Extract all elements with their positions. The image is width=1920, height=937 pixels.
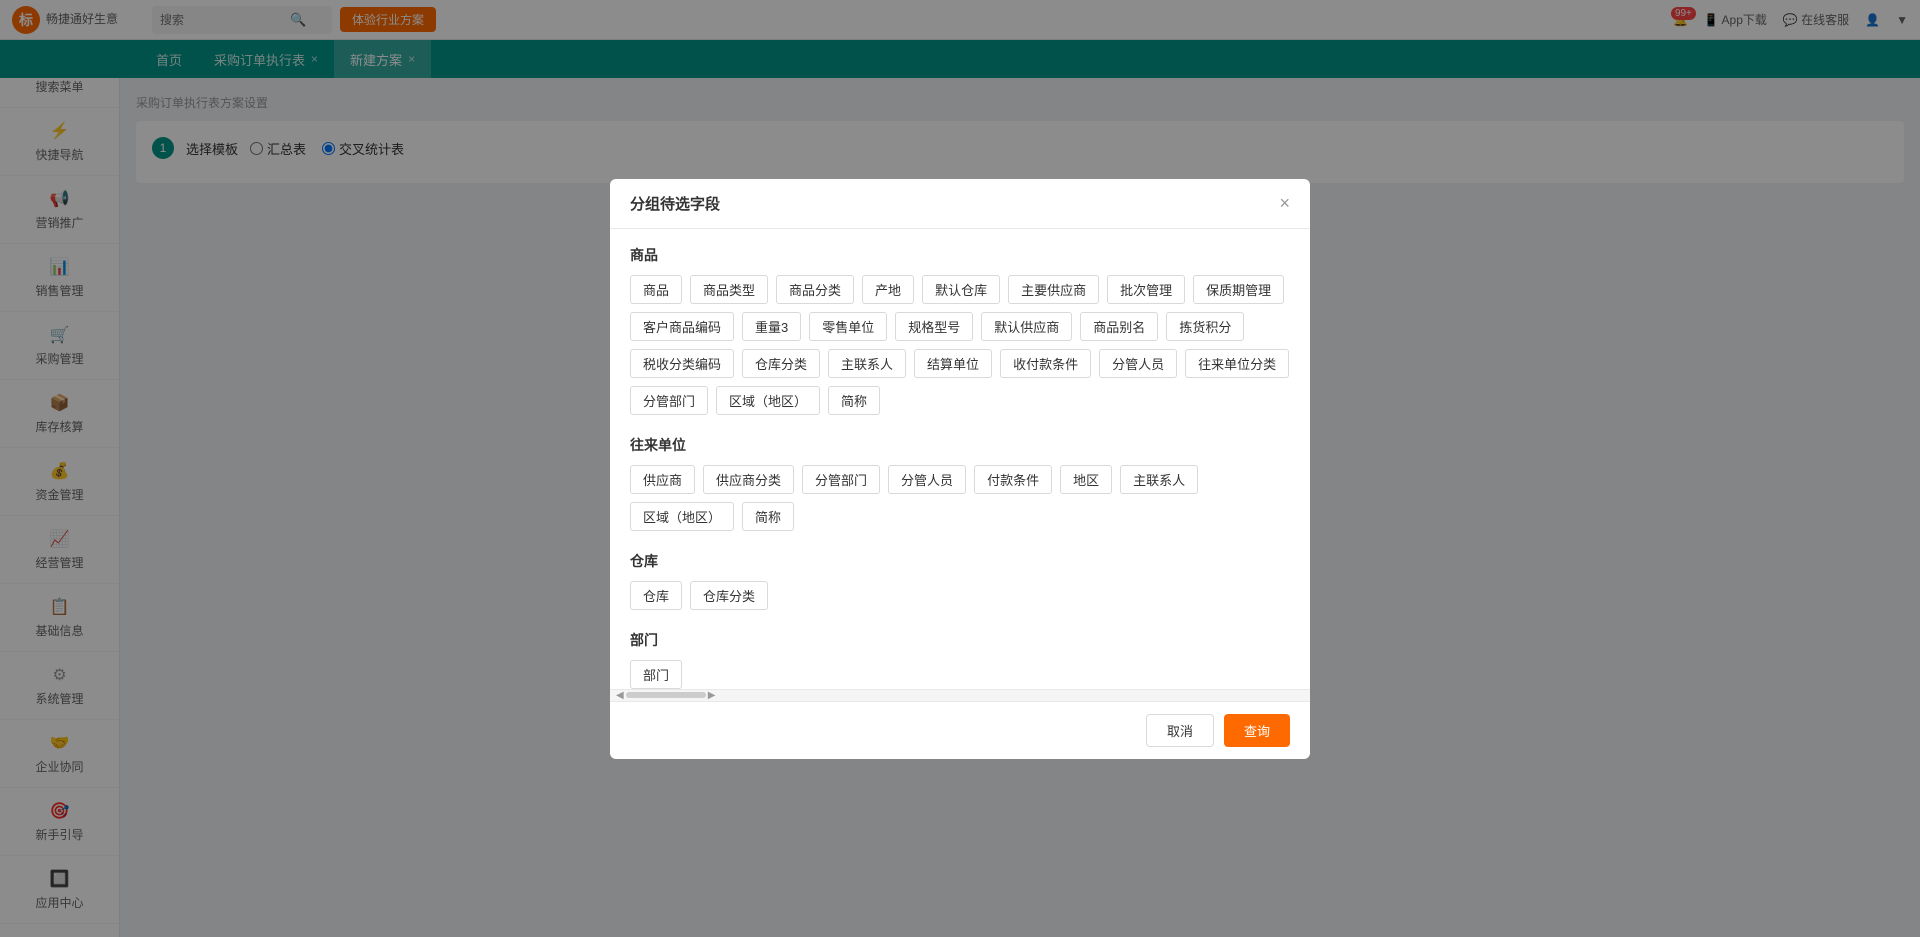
field-default-supplier[interactable]: 默认供应商 <box>981 312 1072 341</box>
modal-header: 分组待选字段 × <box>610 179 1310 229</box>
field-supplier[interactable]: 供应商 <box>630 465 695 494</box>
section-department-title: 部门 <box>630 630 1290 650</box>
field-goods-category[interactable]: 商品分类 <box>776 275 854 304</box>
field-weight3[interactable]: 重量3 <box>742 312 801 341</box>
modal-close-btn[interactable]: × <box>1279 194 1290 212</box>
field-warehouse-category[interactable]: 仓库分类 <box>742 349 820 378</box>
modal-hscroll[interactable]: ◀ ▶ <box>610 689 1310 701</box>
field-partner-dept[interactable]: 分管部门 <box>802 465 880 494</box>
field-warehouse-cat[interactable]: 仓库分类 <box>690 581 768 610</box>
field-goods-type[interactable]: 商品类型 <box>690 275 768 304</box>
field-partner-region[interactable]: 区域（地区） <box>630 502 734 531</box>
field-tax-code[interactable]: 税收分类编码 <box>630 349 734 378</box>
modal-confirm-btn[interactable]: 查询 <box>1224 714 1290 747</box>
field-goods-alias[interactable]: 商品别名 <box>1080 312 1158 341</box>
field-partner-contact[interactable]: 主联系人 <box>1120 465 1198 494</box>
field-retail-unit[interactable]: 零售单位 <box>809 312 887 341</box>
field-supplier-category[interactable]: 供应商分类 <box>703 465 794 494</box>
field-spec-model[interactable]: 规格型号 <box>895 312 973 341</box>
field-main-contact[interactable]: 主联系人 <box>828 349 906 378</box>
field-payment-cond[interactable]: 付款条件 <box>974 465 1052 494</box>
modal-cancel-btn[interactable]: 取消 <box>1146 714 1214 747</box>
field-supervisor[interactable]: 分管人员 <box>1099 349 1177 378</box>
field-goods[interactable]: 商品 <box>630 275 682 304</box>
partner-fields: 供应商 供应商分类 分管部门 分管人员 付款条件 地区 主联系人 区域（地区） … <box>630 465 1290 531</box>
field-dept[interactable]: 分管部门 <box>630 386 708 415</box>
field-pick-points[interactable]: 拣货积分 <box>1166 312 1244 341</box>
field-short-name[interactable]: 简称 <box>828 386 880 415</box>
field-default-warehouse[interactable]: 默认仓库 <box>922 275 1000 304</box>
field-warehouse[interactable]: 仓库 <box>630 581 682 610</box>
dept-fields: 部门 <box>630 660 1290 689</box>
modal-body: 商品 商品 商品类型 商品分类 产地 默认仓库 主要供应商 批次管理 保质期管理… <box>610 229 1310 689</box>
section-warehouse-title: 仓库 <box>630 551 1290 571</box>
modal: 分组待选字段 × 商品 商品 商品类型 商品分类 产地 默认仓库 主要供应商 批… <box>610 179 1310 759</box>
section-partner-title: 往来单位 <box>630 435 1290 455</box>
field-origin[interactable]: 产地 <box>862 275 914 304</box>
hscroll-right-arrow[interactable]: ▶ <box>706 690 718 701</box>
hscroll-bar[interactable] <box>626 692 706 698</box>
section-department: 部门 部门 <box>630 630 1290 689</box>
hscroll-left-arrow[interactable]: ◀ <box>614 690 626 701</box>
field-partner-short[interactable]: 简称 <box>742 502 794 531</box>
field-customer-sku[interactable]: 客户商品编码 <box>630 312 734 341</box>
modal-title: 分组待选字段 <box>630 193 720 214</box>
section-goods-title: 商品 <box>630 245 1290 265</box>
field-partner-category[interactable]: 往来单位分类 <box>1185 349 1289 378</box>
section-warehouse: 仓库 仓库 仓库分类 <box>630 551 1290 610</box>
modal-footer: 取消 查询 <box>610 701 1310 759</box>
field-partner-supervisor[interactable]: 分管人员 <box>888 465 966 494</box>
field-department[interactable]: 部门 <box>630 660 682 689</box>
field-batch-mgmt[interactable]: 批次管理 <box>1107 275 1185 304</box>
field-shelf-life[interactable]: 保质期管理 <box>1193 275 1284 304</box>
field-payment-terms[interactable]: 收付款条件 <box>1000 349 1091 378</box>
field-main-supplier[interactable]: 主要供应商 <box>1008 275 1099 304</box>
warehouse-fields: 仓库 仓库分类 <box>630 581 1290 610</box>
field-region[interactable]: 区域（地区） <box>716 386 820 415</box>
modal-overlay: 分组待选字段 × 商品 商品 商品类型 商品分类 产地 默认仓库 主要供应商 批… <box>0 0 1920 937</box>
field-settlement-unit[interactable]: 结算单位 <box>914 349 992 378</box>
field-area[interactable]: 地区 <box>1060 465 1112 494</box>
section-goods: 商品 商品 商品类型 商品分类 产地 默认仓库 主要供应商 批次管理 保质期管理… <box>630 245 1290 415</box>
goods-fields: 商品 商品类型 商品分类 产地 默认仓库 主要供应商 批次管理 保质期管理 客户… <box>630 275 1290 415</box>
section-partner: 往来单位 供应商 供应商分类 分管部门 分管人员 付款条件 地区 主联系人 区域… <box>630 435 1290 531</box>
